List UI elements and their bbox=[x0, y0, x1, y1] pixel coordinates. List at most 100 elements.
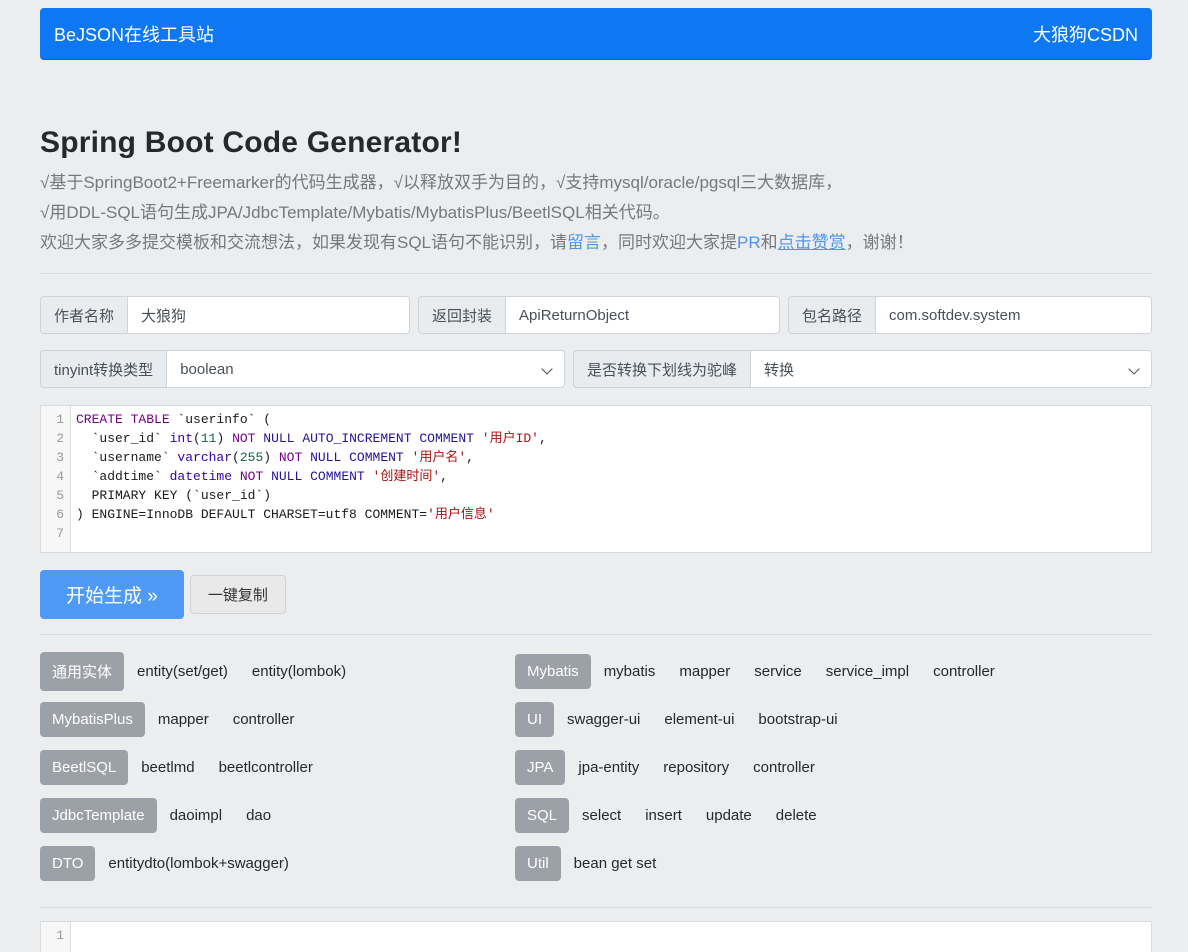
template-category-badge[interactable]: UI bbox=[515, 702, 554, 737]
template-link[interactable]: controller bbox=[933, 663, 995, 680]
editor-gutter-number: 4 bbox=[41, 467, 71, 486]
template-link[interactable]: service_impl bbox=[826, 663, 909, 680]
template-link[interactable]: entity(lombok) bbox=[252, 663, 346, 680]
template-link[interactable]: mapper bbox=[679, 663, 730, 680]
editor-gutter-number: 1 bbox=[41, 926, 71, 945]
code-token: , bbox=[539, 431, 547, 446]
sql-editor[interactable]: 1CREATE TABLE `userinfo` (2 `user_id` in… bbox=[40, 405, 1152, 553]
template-row: MybatisPlus mapper controller bbox=[40, 700, 515, 738]
code-token: `userinfo` ( bbox=[170, 412, 271, 427]
code-token bbox=[365, 469, 373, 484]
generate-button[interactable]: 开始生成 » bbox=[40, 570, 184, 619]
code-token: ) bbox=[263, 450, 279, 465]
code-token bbox=[341, 450, 349, 465]
template-category-badge[interactable]: DTO bbox=[40, 846, 95, 881]
template-category-badge[interactable]: Util bbox=[515, 846, 561, 881]
author-name-group: 作者名称 bbox=[40, 296, 410, 334]
code-line: 5 PRIMARY KEY (`user_id`) bbox=[41, 486, 1151, 505]
template-link[interactable]: update bbox=[706, 807, 752, 824]
template-link[interactable]: beetlcontroller bbox=[219, 759, 313, 776]
template-row: Util bean get set bbox=[515, 844, 1152, 882]
template-link[interactable]: daoimpl bbox=[170, 807, 223, 824]
copy-button[interactable]: 一键复制 bbox=[190, 575, 286, 614]
template-category-badge[interactable]: BeetlSQL bbox=[40, 750, 128, 785]
template-link[interactable]: bootstrap-ui bbox=[758, 711, 837, 728]
code-line-content: PRIMARY KEY (`user_id`) bbox=[71, 486, 271, 505]
template-link[interactable]: jpa-entity bbox=[578, 759, 639, 776]
template-category-badge[interactable]: MybatisPlus bbox=[40, 702, 145, 737]
output-editor[interactable]: 1 bbox=[40, 921, 1152, 952]
template-link[interactable]: entitydto(lombok+swagger) bbox=[108, 855, 289, 872]
code-line-content: CREATE TABLE `userinfo` ( bbox=[71, 410, 271, 429]
code-line: 7 bbox=[41, 524, 1151, 543]
template-link[interactable]: beetlmd bbox=[141, 759, 194, 776]
camel-case-label: 是否转换下划线为驼峰 bbox=[573, 350, 750, 388]
package-path-input[interactable] bbox=[875, 296, 1152, 334]
editor-gutter-number: 5 bbox=[41, 486, 71, 505]
code-line-content bbox=[71, 926, 76, 945]
template-link[interactable]: bean get set bbox=[574, 855, 657, 872]
leave-message-link[interactable]: 留言 bbox=[567, 233, 601, 252]
editor-gutter-number: 1 bbox=[41, 410, 71, 429]
brand-link[interactable]: BeJSON在线工具站 bbox=[54, 21, 214, 47]
template-link[interactable]: delete bbox=[776, 807, 817, 824]
template-link[interactable]: insert bbox=[645, 807, 682, 824]
template-row: BeetlSQL beetlmd beetlcontroller bbox=[40, 748, 515, 786]
template-row: 通用实体 entity(set/get) entity(lombok) bbox=[40, 652, 515, 690]
template-link[interactable]: repository bbox=[663, 759, 729, 776]
intro-line3-text: 欢迎大家多多提交模板和交流想法，如果发现有SQL语句不能识别，请 bbox=[40, 233, 567, 252]
template-category-badge[interactable]: 通用实体 bbox=[40, 652, 124, 691]
pr-link[interactable]: PR bbox=[737, 233, 761, 252]
template-category-badge[interactable]: Mybatis bbox=[515, 654, 591, 689]
navbar-right-link[interactable]: 大狼狗CSDN bbox=[1033, 21, 1138, 47]
template-category-badge[interactable]: JdbcTemplate bbox=[40, 798, 157, 833]
template-link[interactable]: mybatis bbox=[604, 663, 656, 680]
author-name-input[interactable] bbox=[127, 296, 410, 334]
template-category-badge[interactable]: JPA bbox=[515, 750, 565, 785]
code-token: NULL bbox=[310, 450, 341, 465]
template-link[interactable]: mapper bbox=[158, 711, 209, 728]
editor-gutter-number: 6 bbox=[41, 505, 71, 524]
return-wrapper-input[interactable] bbox=[505, 296, 780, 334]
template-row: JdbcTemplate daoimpl dao bbox=[40, 796, 515, 834]
intro-line3-text: ，谢谢！ bbox=[846, 233, 914, 252]
template-row: Mybatis mybatis mapper service service_impl c… bbox=[515, 652, 1152, 690]
template-link[interactable]: swagger-ui bbox=[567, 711, 640, 728]
template-link[interactable]: controller bbox=[233, 711, 295, 728]
code-token: , bbox=[440, 469, 448, 484]
code-line-content: `addtime` datetime NOT NULL COMMENT '创建时… bbox=[71, 467, 448, 486]
code-line: 1 bbox=[41, 926, 1151, 945]
code-line: 6 ) ENGINE=InnoDB DEFAULT CHARSET=utf8 CO… bbox=[41, 505, 1151, 524]
code-token: 255 bbox=[240, 450, 263, 465]
tinyint-type-select[interactable]: boolean bbox=[166, 350, 565, 388]
template-category-badge[interactable]: SQL bbox=[515, 798, 569, 833]
template-link[interactable]: controller bbox=[753, 759, 815, 776]
template-link[interactable]: dao bbox=[246, 807, 271, 824]
intro-text: √基于SpringBoot2+Freemarker的代码生成器，√以释放双手为目… bbox=[40, 168, 1152, 258]
code-token bbox=[302, 450, 310, 465]
camel-case-selected-value: 转换 bbox=[764, 359, 794, 380]
code-token: '创建时间' bbox=[373, 469, 441, 484]
code-line: 3 `username` varchar(255) NOT NULL COMME… bbox=[41, 448, 1151, 467]
divider bbox=[40, 273, 1152, 274]
code-token: ) ENGINE=InnoDB DEFAULT CHARSET=utf8 COM… bbox=[76, 507, 427, 522]
navbar: BeJSON在线工具站 大狼狗CSDN bbox=[40, 8, 1152, 60]
code-line-content: ) ENGINE=InnoDB DEFAULT CHARSET=utf8 COM… bbox=[71, 505, 495, 524]
template-column-right: Mybatismybatismapperserviceservice_implc… bbox=[515, 652, 1152, 892]
form-row-1: 作者名称 返回封装 包名路径 bbox=[40, 296, 1152, 334]
template-row: SQL select insert update delete bbox=[515, 796, 1152, 834]
donate-link[interactable]: 点击赞赏 bbox=[778, 233, 846, 252]
template-link[interactable]: select bbox=[582, 807, 621, 824]
form-row-2: tinyint转换类型 boolean 是否转换下划线为驼峰 转换 bbox=[40, 350, 1152, 388]
template-link[interactable]: element-ui bbox=[664, 711, 734, 728]
camel-case-select[interactable]: 转换 bbox=[750, 350, 1152, 388]
code-token: NOT bbox=[240, 469, 263, 484]
template-link[interactable]: service bbox=[754, 663, 802, 680]
package-path-group: 包名路径 bbox=[788, 296, 1152, 334]
chevron-down-icon bbox=[1128, 363, 1139, 374]
code-token: '用户名' bbox=[412, 450, 467, 465]
template-link[interactable]: entity(set/get) bbox=[137, 663, 228, 680]
code-token: CREATE TABLE bbox=[76, 412, 170, 427]
intro-line3-text: 和 bbox=[761, 233, 778, 252]
code-token: ( bbox=[193, 431, 201, 446]
